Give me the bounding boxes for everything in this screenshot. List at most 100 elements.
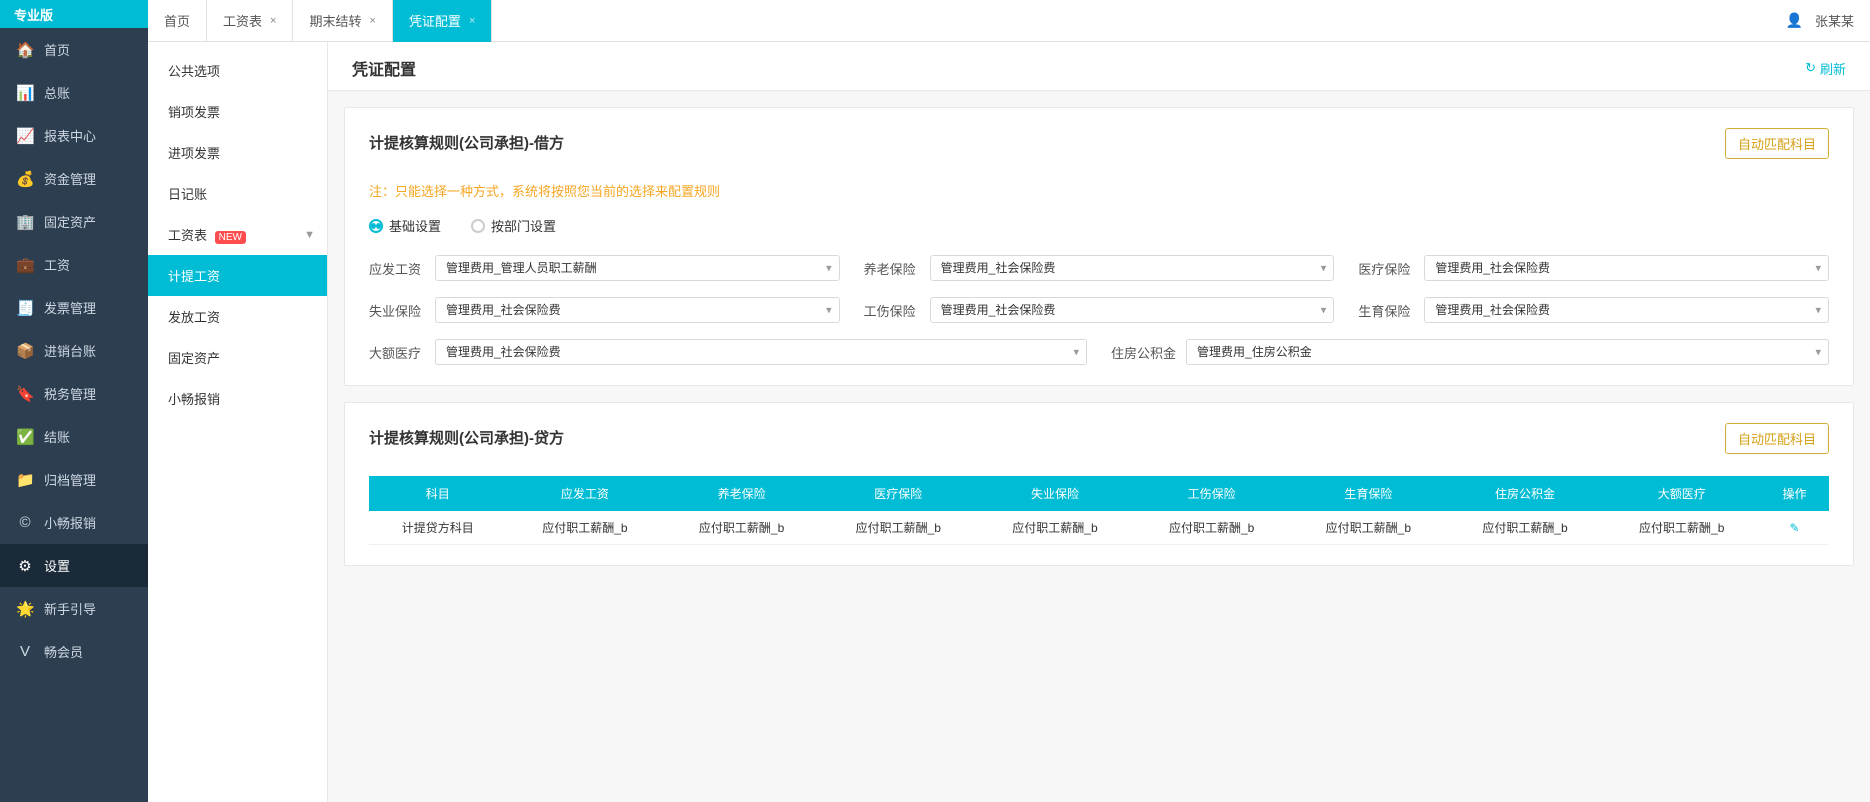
sidebar-item-label: 工资: [44, 255, 70, 274]
sidebar-item-label: 总账: [44, 83, 70, 102]
table-row: 计提贷方科目 应付职工薪酬_b 应付职工薪酬_b 应付职工薪酬_b 应付职工薪酬…: [369, 511, 1829, 545]
form-item-housing: 住房公积金 管理费用_住房公积金 ▾: [1111, 339, 1829, 365]
app-logo: 专业版: [0, 0, 148, 28]
subnav-item-purchase-invoice[interactable]: 进项发票: [148, 132, 327, 173]
sidebar-item-label: 新手引导: [44, 599, 96, 618]
sidebar-item-label: 固定资产: [44, 212, 96, 231]
debit-section: 计提核算规则(公司承担)-借方 自动匹配科目 注：只能选择一种方式，系统将按照您…: [344, 107, 1854, 386]
td-medical-val: 应付职工薪酬_b: [820, 511, 977, 545]
sidebar-item-label: 进销台账: [44, 341, 96, 360]
credit-auto-match-button[interactable]: 自动匹配科目: [1725, 423, 1829, 454]
radio-department[interactable]: 按部门设置: [471, 216, 556, 235]
sidebar-item-close[interactable]: ✅ 结账: [0, 415, 148, 458]
sidebar-item-salary[interactable]: 💼 工资: [0, 243, 148, 286]
sidebar-item-invoice[interactable]: 🧾 发票管理: [0, 286, 148, 329]
radio-dept-circle: [471, 219, 485, 233]
form-item-unemployment: 失业保险 管理费用_社会保险费 ▾: [369, 297, 840, 323]
sidebar-item-xiaochang[interactable]: © 小畅报销: [0, 501, 148, 544]
sidebar-item-ledger[interactable]: 📊 总账: [0, 71, 148, 114]
td-major-medical-val: 应付职工薪酬_b: [1603, 511, 1760, 545]
th-injury: 工伤保险: [1133, 476, 1290, 511]
sidebar-item-home[interactable]: 🏠 首页: [0, 28, 148, 71]
debit-section-title: 计提核算规则(公司承担)-借方: [369, 132, 564, 153]
subnav-item-expense[interactable]: 小畅报销: [148, 378, 327, 419]
pension-select[interactable]: 管理费用_社会保险费: [930, 255, 1335, 281]
salary-select[interactable]: 管理费用_管理人员职工薪酬: [435, 255, 840, 281]
new-badge: NEW: [215, 231, 246, 244]
select-unemployment: 管理费用_社会保险费 ▾: [435, 297, 840, 323]
subnav-item-fixed-assets[interactable]: 固定资产: [148, 337, 327, 378]
sidebar-item-funds[interactable]: 💰 资金管理: [0, 157, 148, 200]
refresh-button[interactable]: ↻ 刷新: [1805, 59, 1846, 78]
edit-icon[interactable]: ✎: [1790, 521, 1800, 535]
radio-group: 基础设置 按部门设置: [369, 216, 1829, 235]
subnav: 公共选项 销项发票 进项发票 日记账 工资表 NEW ▼ 计提工资 发放工资: [148, 42, 328, 802]
label-salary: 应发工资: [369, 259, 425, 278]
tab-voucher-config[interactable]: 凭证配置 ×: [393, 0, 492, 42]
close-period-icon: ✅: [16, 428, 34, 446]
subnav-item-pay-salary[interactable]: 发放工资: [148, 296, 327, 337]
subnav-item-sales-invoice[interactable]: 销项发票: [148, 91, 327, 132]
credit-table-container: 科目 应发工资 养老保险 医疗保险 失业保险 工伤保险 生育保险 住房公积金 大…: [369, 476, 1829, 545]
sidebar-item-label: 设置: [44, 556, 70, 575]
label-major-medical: 大额医疗: [369, 343, 425, 362]
tab-label: 期末结转: [309, 11, 361, 30]
form-row-2: 失业保险 管理费用_社会保险费 ▾ 工伤保险 管理费用_社会保险费: [369, 297, 1829, 323]
major-medical-select[interactable]: 管理费用_社会保险费: [435, 339, 1087, 365]
sidebar-item-guide[interactable]: 🌟 新手引导: [0, 587, 148, 630]
tab-close-icon[interactable]: ×: [270, 15, 276, 27]
form-row-1: 应发工资 管理费用_管理人员职工薪酬 ▾ 养老保险 管理费用_社会保险费: [369, 255, 1829, 281]
maternity-select[interactable]: 管理费用_社会保险费: [1424, 297, 1829, 323]
form-item-medical: 医疗保险 管理费用_社会保险费 ▾: [1358, 255, 1829, 281]
sidebar-item-label: 税务管理: [44, 384, 96, 403]
th-pension: 养老保险: [663, 476, 820, 511]
debit-auto-match-button[interactable]: 自动匹配科目: [1725, 128, 1829, 159]
sidebar-item-reports[interactable]: 📈 报表中心: [0, 114, 148, 157]
select-salary: 管理费用_管理人员职工薪酬 ▾: [435, 255, 840, 281]
sidebar-item-label: 结账: [44, 427, 70, 446]
sidebar-item-settings[interactable]: ⚙ 设置: [0, 544, 148, 587]
label-unemployment: 失业保险: [369, 301, 425, 320]
tab-label: 凭证配置: [409, 11, 461, 30]
credit-table: 科目 应发工资 养老保险 医疗保险 失业保险 工伤保险 生育保险 住房公积金 大…: [369, 476, 1829, 545]
subnav-label: 发放工资: [168, 310, 220, 325]
subnav-label: 固定资产: [168, 351, 220, 366]
medical-select[interactable]: 管理费用_社会保险费: [1424, 255, 1829, 281]
select-pension: 管理费用_社会保险费 ▾: [930, 255, 1335, 281]
radio-basic[interactable]: 基础设置: [369, 216, 441, 235]
subnav-item-accrued-salary[interactable]: 计提工资: [148, 255, 327, 296]
ledger-icon: 📊: [16, 84, 34, 102]
invoice-icon: 🧾: [16, 299, 34, 317]
tab-period-close[interactable]: 期末结转 ×: [293, 0, 392, 42]
td-injury-val: 应付职工薪酬_b: [1133, 511, 1290, 545]
tab-close-icon[interactable]: ×: [369, 15, 375, 27]
subnav-item-journal[interactable]: 日记账: [148, 173, 327, 214]
th-unemployment: 失业保险: [977, 476, 1134, 511]
sidebar-item-member[interactable]: V 畅会员: [0, 630, 148, 673]
sidebar-item-tax[interactable]: 🔖 税务管理: [0, 372, 148, 415]
tab-payroll[interactable]: 工资表 ×: [207, 0, 293, 42]
td-action[interactable]: ✎: [1760, 511, 1829, 545]
housing-select[interactable]: 管理费用_住房公积金: [1186, 339, 1829, 365]
settings-icon: ⚙: [16, 557, 34, 575]
select-housing: 管理费用_住房公积金 ▾: [1186, 339, 1829, 365]
credit-section-title: 计提核算规则(公司承担)-贷方: [369, 427, 564, 448]
tab-close-icon[interactable]: ×: [469, 15, 475, 27]
select-medical: 管理费用_社会保险费 ▾: [1424, 255, 1829, 281]
select-major-medical: 管理费用_社会保险费 ▾: [435, 339, 1087, 365]
sidebar-item-archive[interactable]: 📁 归档管理: [0, 458, 148, 501]
form-item-maternity: 生育保险 管理费用_社会保险费 ▾: [1358, 297, 1829, 323]
subnav-label: 日记账: [168, 187, 207, 202]
th-major-medical: 大额医疗: [1603, 476, 1760, 511]
sidebar-item-label: 报表中心: [44, 126, 96, 145]
sidebar-item-assets[interactable]: 🏢 固定资产: [0, 200, 148, 243]
salary-icon: 💼: [16, 256, 34, 274]
subnav-item-payroll-table[interactable]: 工资表 NEW ▼: [148, 214, 327, 255]
injury-select[interactable]: 管理费用_社会保险费: [930, 297, 1335, 323]
sidebar-item-inventory[interactable]: 📦 进销台账: [0, 329, 148, 372]
unemployment-select[interactable]: 管理费用_社会保险费: [435, 297, 840, 323]
topbar: 首页 工资表 × 期末结转 × 凭证配置 × 👤 张某某: [148, 0, 1870, 42]
subnav-item-public[interactable]: 公共选项: [148, 50, 327, 91]
th-action: 操作: [1760, 476, 1829, 511]
tab-home[interactable]: 首页: [148, 0, 207, 42]
